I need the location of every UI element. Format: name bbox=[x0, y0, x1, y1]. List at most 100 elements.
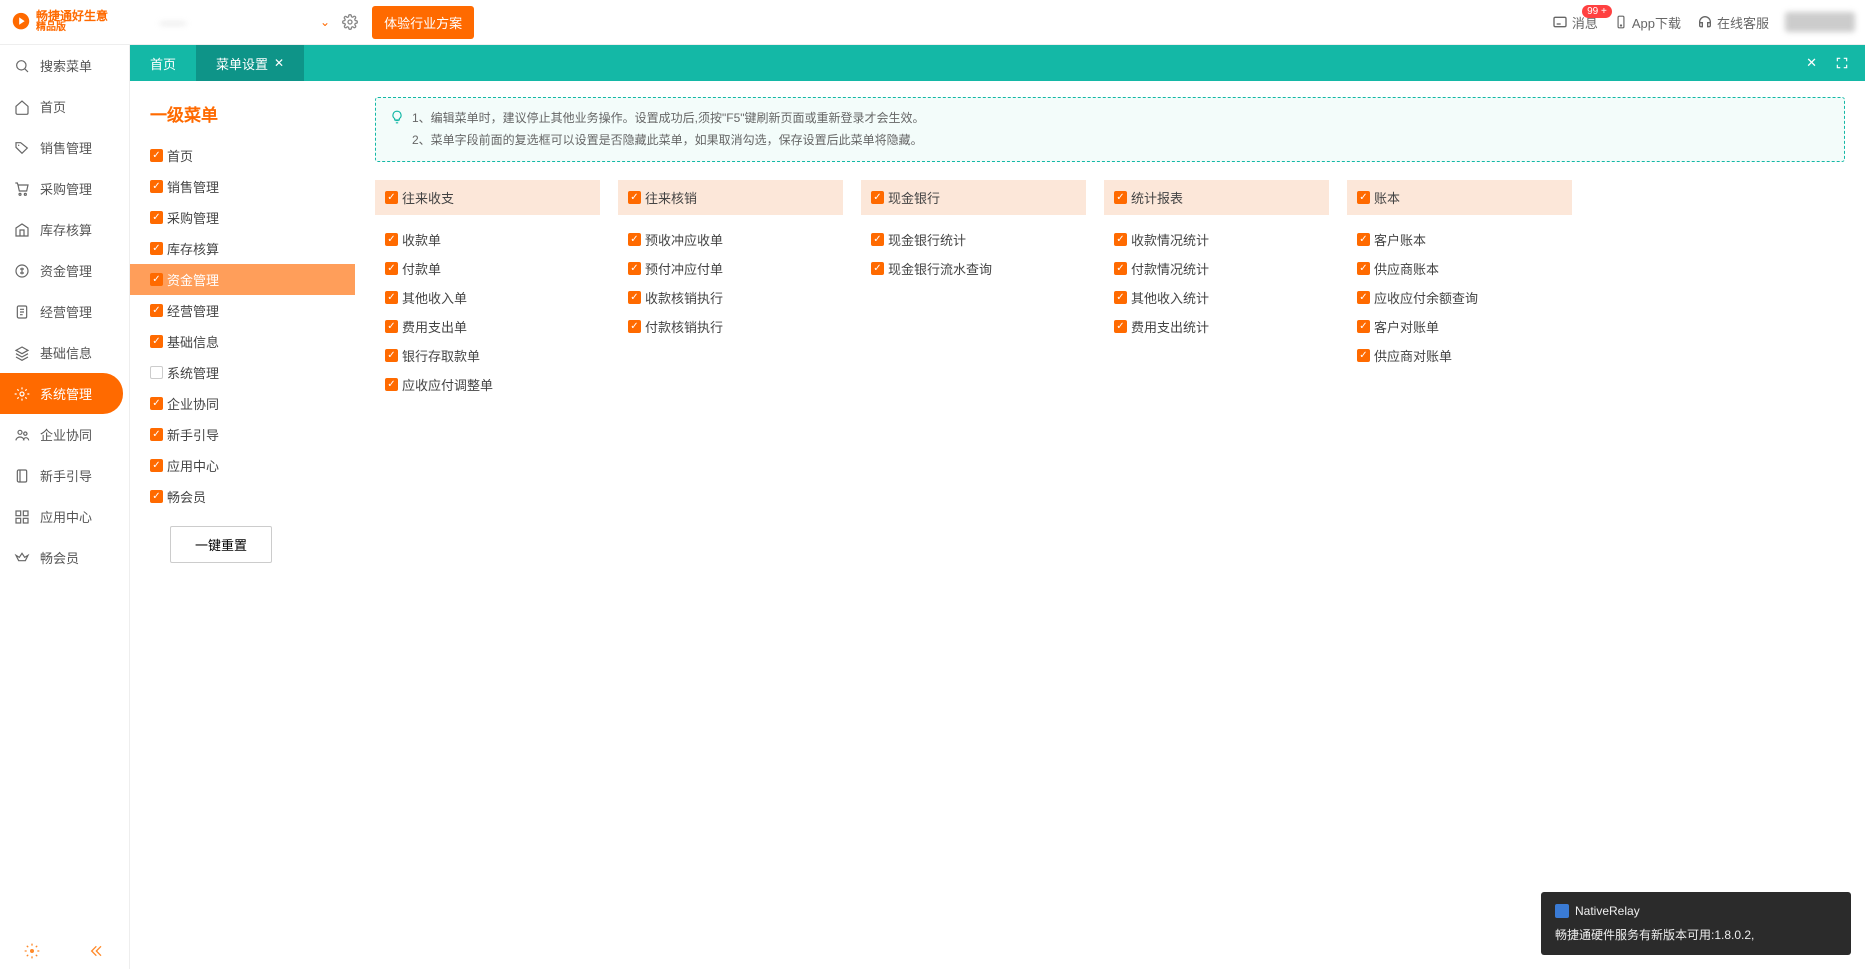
submenu-item[interactable]: ✓现金银行流水查询 bbox=[871, 254, 1076, 283]
sidebar-item-7[interactable]: 基础信息 bbox=[0, 332, 129, 373]
checkbox-icon[interactable]: ✓ bbox=[1357, 262, 1370, 275]
checkbox-icon[interactable]: ✓ bbox=[150, 428, 163, 441]
checkbox-icon[interactable]: ✓ bbox=[1114, 233, 1127, 246]
submenu-item[interactable]: ✓收款核销执行 bbox=[628, 283, 833, 312]
settings-gear-icon[interactable] bbox=[342, 14, 358, 30]
sidebar-item-0[interactable]: 搜索菜单 bbox=[0, 45, 129, 86]
checkbox-icon[interactable]: ✓ bbox=[1114, 191, 1127, 204]
sidebar-item-10[interactable]: 新手引导 bbox=[0, 455, 129, 496]
submenu-item[interactable]: ✓银行存取款单 bbox=[385, 341, 590, 370]
update-toast[interactable]: NativeRelay 畅捷通硬件服务有新版本可用:1.8.0.2, bbox=[1541, 892, 1851, 955]
sidebar-item-12[interactable]: 畅会员 bbox=[0, 537, 129, 578]
checkbox-icon[interactable]: ✓ bbox=[150, 242, 163, 255]
tab-close-icon[interactable]: ✕ bbox=[274, 56, 284, 70]
submenu-item[interactable]: ✓供应商对账单 bbox=[1357, 341, 1562, 370]
checkbox-icon[interactable]: ✓ bbox=[871, 262, 884, 275]
level1-menu-item-2[interactable]: ✓采购管理 bbox=[150, 202, 355, 233]
submenu-item[interactable]: ✓预收冲应收单 bbox=[628, 225, 833, 254]
level1-menu-item-3[interactable]: ✓库存核算 bbox=[150, 233, 355, 264]
sidebar-gear-icon[interactable] bbox=[24, 943, 40, 959]
card-header[interactable]: ✓账本 bbox=[1347, 180, 1572, 215]
checkbox-icon[interactable]: ✓ bbox=[150, 149, 163, 162]
level1-menu-item-9[interactable]: ✓新手引导 bbox=[150, 419, 355, 450]
sidebar-collapse-icon[interactable] bbox=[89, 943, 105, 959]
checkbox-icon[interactable]: ✓ bbox=[1114, 291, 1127, 304]
submenu-item[interactable]: ✓付款情况统计 bbox=[1114, 254, 1319, 283]
checkbox-icon[interactable]: ✓ bbox=[150, 490, 163, 503]
submenu-item[interactable]: ✓应收应付余额查询 bbox=[1357, 283, 1562, 312]
checkbox-icon[interactable]: ✓ bbox=[150, 304, 163, 317]
submenu-item[interactable]: ✓费用支出单 bbox=[385, 312, 590, 341]
level1-menu-item-10[interactable]: ✓应用中心 bbox=[150, 450, 355, 481]
checkbox-icon[interactable]: ✓ bbox=[628, 320, 641, 333]
card-header[interactable]: ✓现金银行 bbox=[861, 180, 1086, 215]
level1-menu-item-1[interactable]: ✓销售管理 bbox=[150, 171, 355, 202]
checkbox-icon[interactable]: ✓ bbox=[1357, 233, 1370, 246]
submenu-item[interactable]: ✓现金银行统计 bbox=[871, 225, 1076, 254]
checkbox-icon[interactable]: ✓ bbox=[628, 262, 641, 275]
submenu-item[interactable]: ✓预付冲应付单 bbox=[628, 254, 833, 283]
sidebar-item-2[interactable]: 销售管理 bbox=[0, 127, 129, 168]
checkbox-icon[interactable]: ✓ bbox=[628, 191, 641, 204]
submenu-item[interactable]: ✓应收应付调整单 bbox=[385, 370, 590, 399]
sidebar-item-9[interactable]: 企业协同 bbox=[0, 414, 129, 455]
card-header[interactable]: ✓往来核销 bbox=[618, 180, 843, 215]
checkbox-icon[interactable]: ✓ bbox=[150, 459, 163, 472]
tab-close-all-icon[interactable]: ✕ bbox=[1802, 51, 1821, 75]
messages-link[interactable]: 消息 99 + bbox=[1552, 13, 1598, 32]
level1-menu-item-8[interactable]: ✓企业协同 bbox=[150, 388, 355, 419]
level1-menu-item-5[interactable]: ✓经营管理 bbox=[150, 295, 355, 326]
card-header[interactable]: ✓往来收支 bbox=[375, 180, 600, 215]
checkbox-icon[interactable]: ✓ bbox=[385, 291, 398, 304]
level1-menu-item-11[interactable]: ✓畅会员 bbox=[150, 481, 355, 512]
app-download-link[interactable]: App下载 bbox=[1614, 13, 1681, 32]
checkbox-icon[interactable]: ✓ bbox=[150, 397, 163, 410]
reset-button[interactable]: 一键重置 bbox=[170, 526, 272, 563]
card-header[interactable]: ✓统计报表 bbox=[1104, 180, 1329, 215]
submenu-item[interactable]: ✓收款单 bbox=[385, 225, 590, 254]
level1-menu-item-6[interactable]: ✓基础信息 bbox=[150, 326, 355, 357]
level1-menu-item-0[interactable]: ✓首页 bbox=[150, 140, 355, 171]
checkbox-icon[interactable]: ✓ bbox=[1357, 291, 1370, 304]
level1-menu-item-7[interactable]: 系统管理 bbox=[150, 357, 355, 388]
checkbox-icon[interactable]: ✓ bbox=[1357, 191, 1370, 204]
submenu-item[interactable]: ✓其他收入统计 bbox=[1114, 283, 1319, 312]
sidebar-item-3[interactable]: 采购管理 bbox=[0, 168, 129, 209]
submenu-item[interactable]: ✓其他收入单 bbox=[385, 283, 590, 312]
fullscreen-icon[interactable] bbox=[1831, 52, 1853, 74]
checkbox-icon[interactable]: ✓ bbox=[385, 349, 398, 362]
sidebar-item-1[interactable]: 首页 bbox=[0, 86, 129, 127]
sidebar-item-5[interactable]: 资金管理 bbox=[0, 250, 129, 291]
submenu-item[interactable]: ✓客户账本 bbox=[1357, 225, 1562, 254]
checkbox-icon[interactable]: ✓ bbox=[385, 191, 398, 204]
submenu-item[interactable]: ✓付款单 bbox=[385, 254, 590, 283]
checkbox-icon[interactable]: ✓ bbox=[628, 291, 641, 304]
experience-plan-button[interactable]: 体验行业方案 bbox=[372, 6, 474, 39]
sidebar-item-8[interactable]: 系统管理 bbox=[0, 373, 123, 414]
checkbox-icon[interactable]: ✓ bbox=[150, 180, 163, 193]
submenu-item[interactable]: ✓客户对账单 bbox=[1357, 312, 1562, 341]
checkbox-icon[interactable]: ✓ bbox=[150, 335, 163, 348]
checkbox-icon[interactable]: ✓ bbox=[628, 233, 641, 246]
user-avatar[interactable] bbox=[1785, 12, 1855, 32]
level1-menu-item-4[interactable]: ✓资金管理 bbox=[130, 264, 355, 295]
checkbox-icon[interactable]: ✓ bbox=[871, 191, 884, 204]
tab-0[interactable]: 首页 bbox=[130, 45, 196, 81]
sidebar-item-4[interactable]: 库存核算 bbox=[0, 209, 129, 250]
submenu-item[interactable]: ✓费用支出统计 bbox=[1114, 312, 1319, 341]
checkbox-icon[interactable]: ✓ bbox=[150, 211, 163, 224]
tab-1[interactable]: 菜单设置✕ bbox=[196, 45, 304, 81]
chevron-down-icon[interactable]: ⌄ bbox=[320, 15, 330, 29]
sidebar-item-6[interactable]: 经营管理 bbox=[0, 291, 129, 332]
checkbox-icon[interactable]: ✓ bbox=[1357, 349, 1370, 362]
submenu-item[interactable]: ✓收款情况统计 bbox=[1114, 225, 1319, 254]
checkbox-icon[interactable]: ✓ bbox=[1114, 320, 1127, 333]
checkbox-icon[interactable]: ✓ bbox=[150, 273, 163, 286]
checkbox-icon[interactable]: ✓ bbox=[385, 262, 398, 275]
online-service-link[interactable]: 在线客服 bbox=[1697, 13, 1769, 32]
submenu-item[interactable]: ✓供应商账本 bbox=[1357, 254, 1562, 283]
sidebar-item-11[interactable]: 应用中心 bbox=[0, 496, 129, 537]
checkbox-icon[interactable]: ✓ bbox=[385, 378, 398, 391]
checkbox-icon[interactable]: ✓ bbox=[1114, 262, 1127, 275]
checkbox-icon[interactable]: ✓ bbox=[385, 320, 398, 333]
